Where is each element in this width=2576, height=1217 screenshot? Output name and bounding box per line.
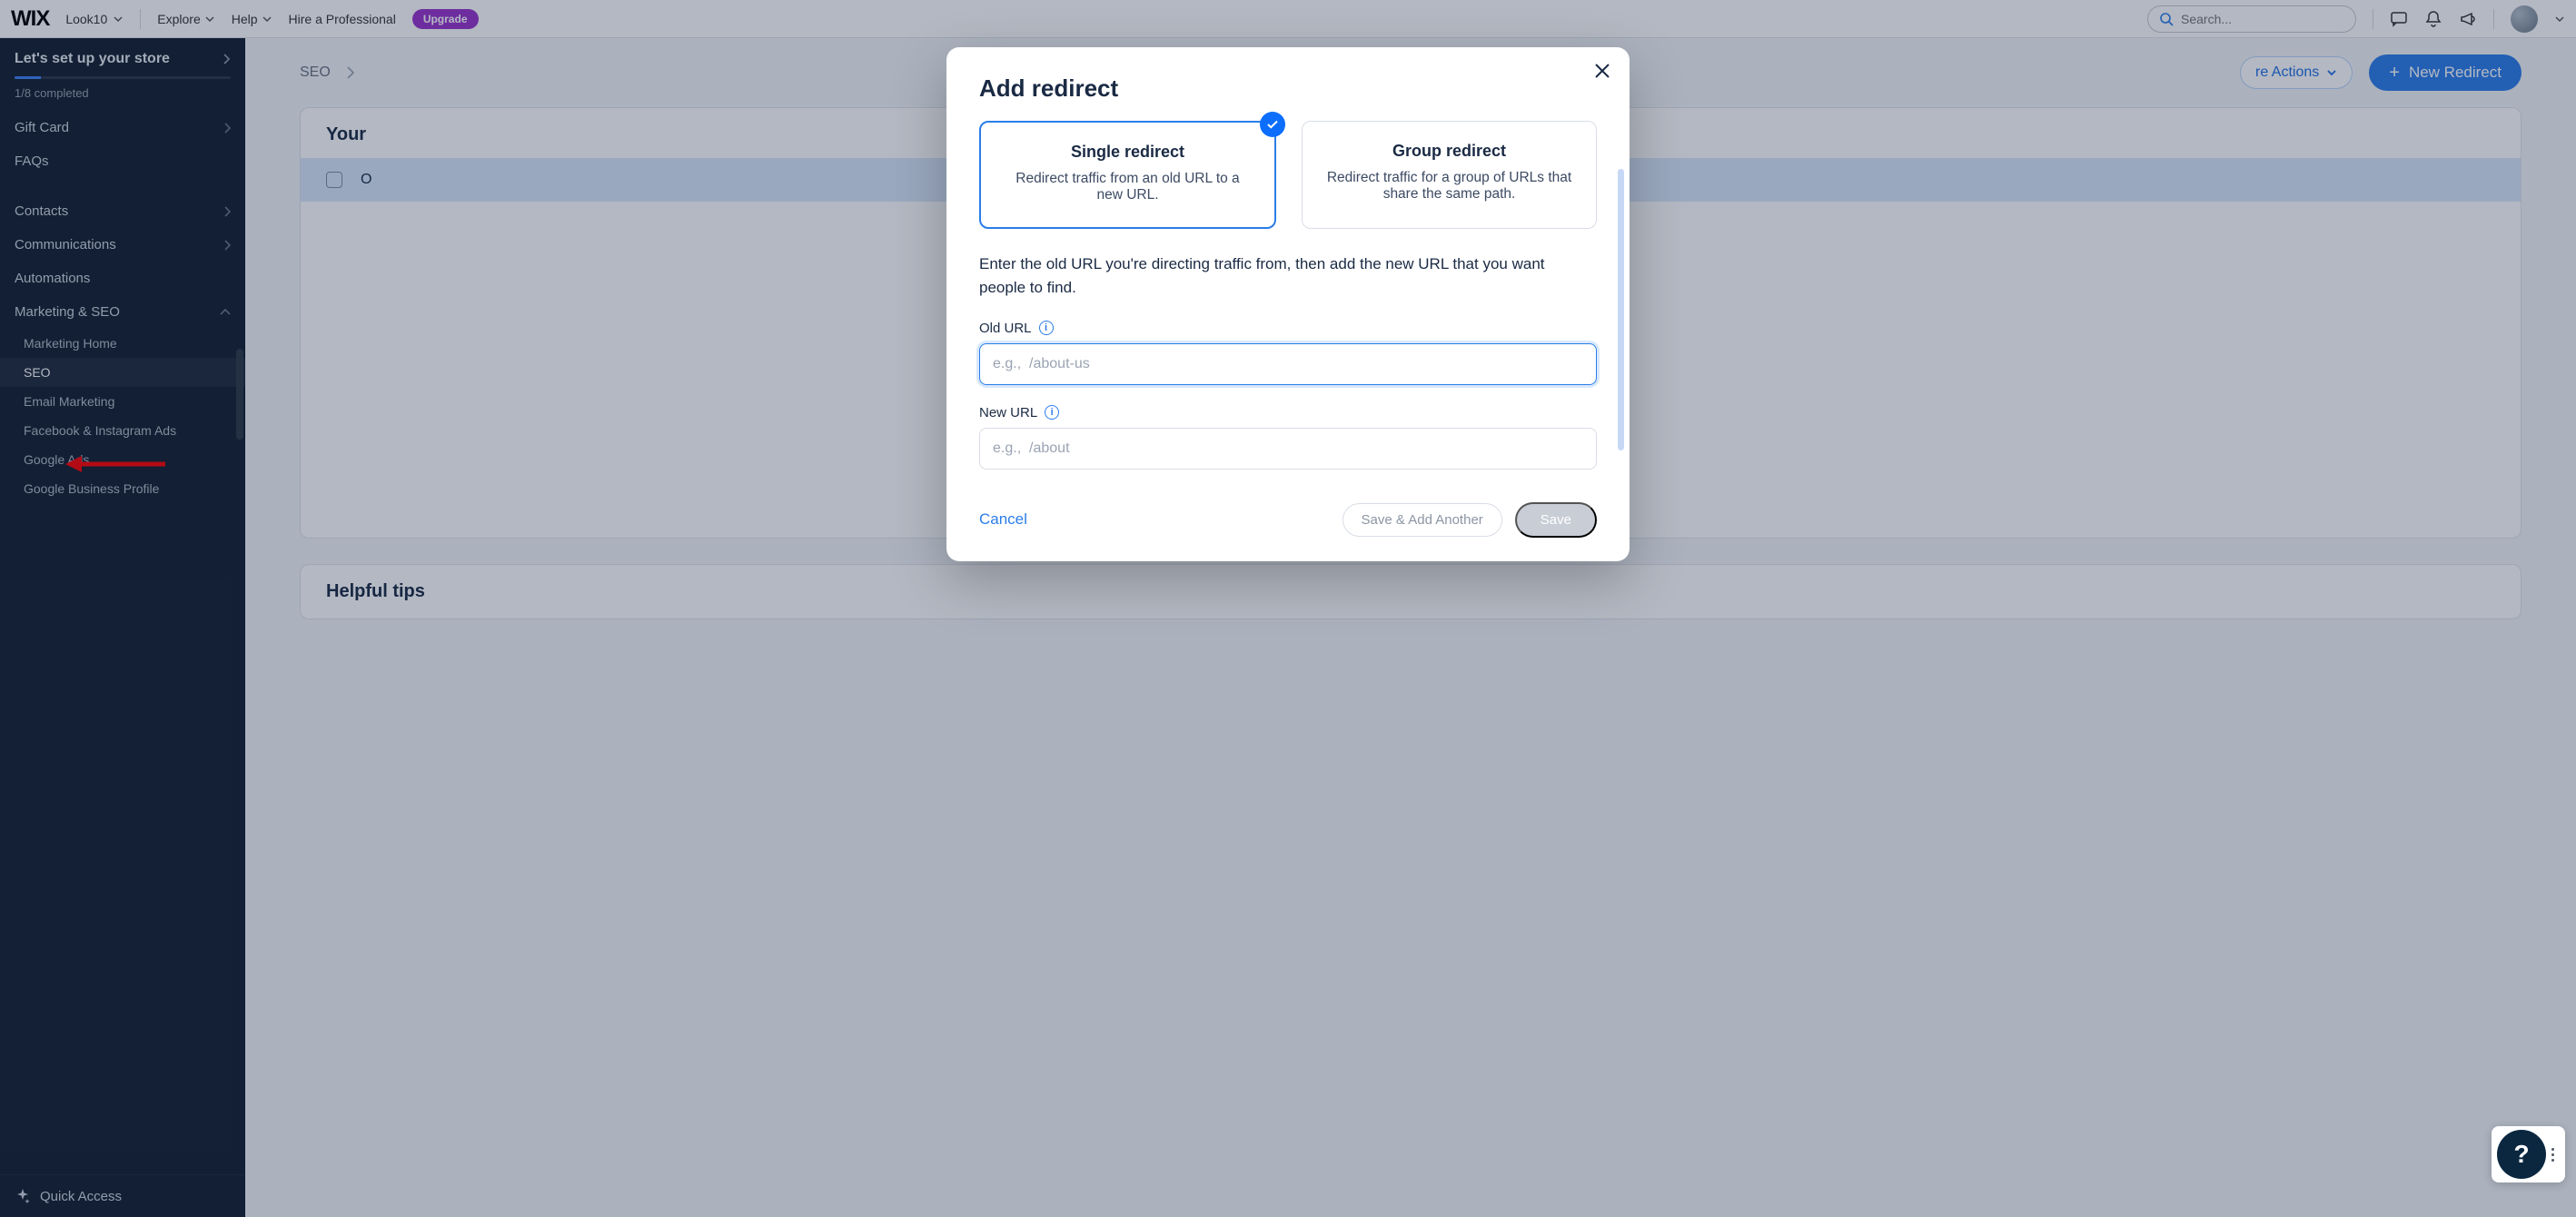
cancel-button[interactable]: Cancel bbox=[979, 510, 1027, 529]
old-url-group: Old URL i bbox=[979, 321, 1597, 385]
group-title: Group redirect bbox=[1324, 142, 1574, 161]
redirect-type-row: Single redirect Redirect traffic from an… bbox=[979, 121, 1597, 229]
new-url-label: New URL bbox=[979, 405, 1037, 421]
old-url-label-row: Old URL i bbox=[979, 321, 1597, 336]
modal-scrollbar[interactable] bbox=[1618, 169, 1624, 450]
add-redirect-modal: Add redirect Single redirect Redirect tr… bbox=[946, 47, 1630, 561]
help-fab: ? bbox=[2492, 1126, 2565, 1182]
modal-footer: Cancel Save & Add Another Save bbox=[979, 502, 1597, 538]
old-url-label: Old URL bbox=[979, 321, 1032, 336]
footer-right: Save & Add Another Save bbox=[1342, 502, 1597, 538]
single-redirect-card[interactable]: Single redirect Redirect traffic from an… bbox=[979, 121, 1276, 229]
modal-title: Add redirect bbox=[979, 74, 1597, 103]
save-add-another-button[interactable]: Save & Add Another bbox=[1342, 503, 1502, 537]
new-url-label-row: New URL i bbox=[979, 405, 1597, 421]
check-icon bbox=[1260, 112, 1285, 137]
single-title: Single redirect bbox=[1003, 143, 1253, 162]
instruction-text: Enter the old URL you're directing traff… bbox=[979, 252, 1560, 301]
group-redirect-card[interactable]: Group redirect Redirect traffic for a gr… bbox=[1302, 121, 1597, 229]
group-desc: Redirect traffic for a group of URLs tha… bbox=[1324, 170, 1574, 203]
info-icon[interactable]: i bbox=[1039, 321, 1054, 335]
new-url-input[interactable] bbox=[979, 428, 1597, 470]
help-menu-button[interactable] bbox=[2546, 1148, 2560, 1162]
single-desc: Redirect traffic from an old URL to a ne… bbox=[1003, 171, 1253, 203]
save-button[interactable]: Save bbox=[1515, 502, 1597, 538]
close-button[interactable] bbox=[1593, 62, 1611, 80]
old-url-input[interactable] bbox=[979, 343, 1597, 385]
help-button[interactable]: ? bbox=[2497, 1130, 2546, 1179]
info-icon[interactable]: i bbox=[1045, 405, 1059, 420]
new-url-group: New URL i bbox=[979, 405, 1597, 470]
